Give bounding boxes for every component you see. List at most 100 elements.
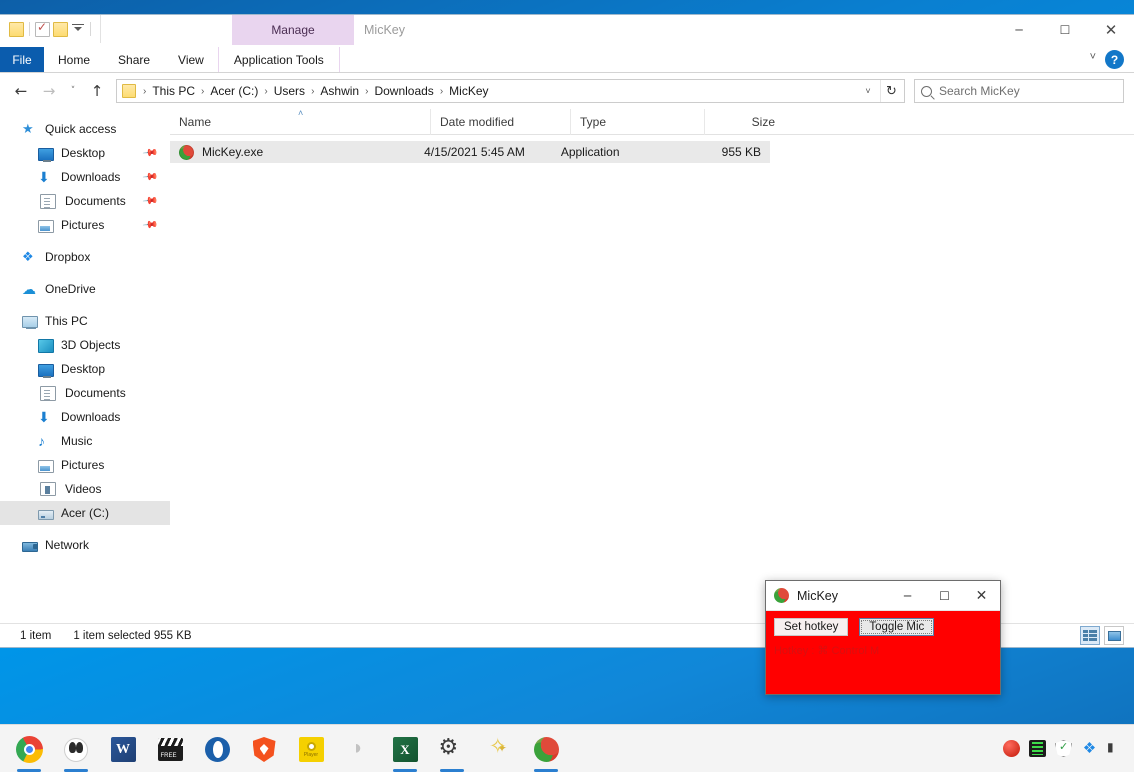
- column-header-date-modified[interactable]: Date modified: [430, 108, 570, 135]
- mickey-maximize-button[interactable]: ☐: [926, 581, 963, 611]
- tab-view[interactable]: View: [164, 47, 218, 72]
- file-explorer-window: Manage MicKey ─ ☐ ✕ File Home Share View…: [0, 14, 1134, 648]
- downloads-icon: ⬇: [38, 409, 50, 425]
- taskbar-item-sparkle-app[interactable]: [480, 727, 518, 772]
- sidebar-item-downloads[interactable]: ⬇ Downloads 📌: [0, 165, 170, 189]
- hotkey-status-text: Hotkey : ⌘ Control M: [774, 645, 880, 657]
- taskbar-item-player[interactable]: Player: [292, 727, 330, 772]
- help-icon[interactable]: ?: [1105, 50, 1124, 69]
- pictures-icon: [38, 459, 54, 473]
- breadcrumb-item-downloads[interactable]: Downloads: [370, 82, 437, 100]
- taskbar-item-movie-maker[interactable]: [151, 727, 189, 772]
- address-dropdown-icon[interactable]: ˅: [858, 80, 878, 102]
- recording-indicator-icon[interactable]: [1003, 740, 1020, 757]
- sidebar-item-music[interactable]: ♪ Music: [0, 429, 170, 453]
- breadcrumb-item-ashwin[interactable]: Ashwin: [316, 82, 363, 100]
- tab-share[interactable]: Share: [104, 47, 164, 72]
- sidebar-item-desktop[interactable]: Desktop 📌: [0, 141, 170, 165]
- search-box[interactable]: Search MicKey: [914, 79, 1124, 103]
- word-icon: W: [110, 737, 136, 762]
- taskbar-item-settings[interactable]: ⚙: [433, 727, 471, 772]
- monitor-icon[interactable]: [1029, 740, 1046, 757]
- breadcrumb-item-mickey[interactable]: MicKey: [445, 82, 492, 100]
- sidebar-item-pc-pictures[interactable]: Pictures: [0, 453, 170, 477]
- pin-icon: 📌: [141, 145, 159, 162]
- customize-dropdown-icon[interactable]: [71, 22, 85, 37]
- chevron-down-icon[interactable]: ˅: [1090, 51, 1096, 63]
- 3d-objects-icon: [38, 338, 54, 353]
- taskbar-item-excel[interactable]: X: [386, 727, 424, 772]
- address-bar[interactable]: › This PC › Acer (C:) › Users › Ashwin ›…: [116, 79, 905, 103]
- status-item-count: 1 item: [20, 629, 52, 642]
- sidebar-item-dropbox[interactable]: ❖ Dropbox: [0, 245, 170, 269]
- close-button[interactable]: ✕: [1088, 15, 1134, 45]
- forward-button[interactable]: →: [36, 78, 62, 104]
- back-button[interactable]: ←: [8, 78, 34, 104]
- sidebar-item-3d-objects[interactable]: 3D Objects: [0, 333, 170, 357]
- sidebar-item-pictures[interactable]: Pictures 📌: [0, 213, 170, 237]
- taskbar-item-vlc[interactable]: [57, 727, 95, 772]
- sidebar-item-label: Videos: [65, 482, 102, 496]
- column-label: Name: [179, 114, 212, 129]
- column-header-size[interactable]: Size: [704, 108, 784, 135]
- sidebar-item-videos[interactable]: Videos: [0, 477, 170, 501]
- breadcrumb-item-this-pc[interactable]: This PC: [148, 82, 199, 100]
- taskbar-item-audio-tool[interactable]: [339, 727, 377, 772]
- minimize-button[interactable]: ─: [996, 15, 1042, 45]
- sidebar-item-label: Documents: [65, 194, 126, 208]
- pictures-icon: [38, 219, 54, 233]
- maximize-button[interactable]: ☐: [1042, 15, 1088, 45]
- star-pin-icon: ★: [22, 121, 34, 136]
- vlc-icon: [64, 737, 88, 762]
- taskbar-item-word[interactable]: W: [104, 727, 142, 772]
- ribbon-tab-bar: File Home Share View Application Tools ˅…: [0, 47, 1134, 73]
- recent-locations-icon[interactable]: ˅: [64, 78, 82, 104]
- column-header-type[interactable]: Type: [570, 108, 704, 135]
- tab-home[interactable]: Home: [44, 47, 104, 72]
- mickey-close-button[interactable]: ✕: [963, 581, 1000, 611]
- column-header-name[interactable]: Name ˄: [170, 108, 430, 135]
- taskbar-item-mickey[interactable]: [527, 727, 565, 772]
- breadcrumb-item-acer-c[interactable]: Acer (C:): [206, 82, 262, 100]
- sidebar-item-label: Downloads: [61, 410, 121, 424]
- taskbar-item-brave[interactable]: [245, 727, 283, 772]
- sidebar-item-pc-documents[interactable]: Documents: [0, 381, 170, 405]
- sidebar-item-this-pc[interactable]: This PC: [0, 309, 170, 333]
- tab-application-tools[interactable]: Application Tools: [217, 47, 340, 72]
- tab-file[interactable]: File: [0, 47, 44, 72]
- sidebar-item-quick-access[interactable]: ★ Quick access: [0, 117, 170, 141]
- mickey-app-icon: [179, 144, 194, 160]
- file-size-cell: 955 KB: [721, 145, 762, 159]
- up-button[interactable]: ↑: [84, 78, 110, 104]
- large-icons-view-icon[interactable]: [1104, 626, 1124, 645]
- table-row[interactable]: MicKey.exe 4/15/2021 5:45 AM Application…: [170, 141, 770, 163]
- taskbar-item-chrome[interactable]: [10, 727, 48, 772]
- sidebar-item-pc-desktop[interactable]: Desktop: [0, 357, 170, 381]
- search-input[interactable]: Search MicKey: [939, 84, 1020, 98]
- taskbar-item-opera[interactable]: [198, 727, 236, 772]
- toggle-mic-button[interactable]: Toggle Mic: [859, 618, 935, 636]
- dropbox-tray-icon[interactable]: ❖: [1081, 740, 1098, 757]
- sidebar-item-onedrive[interactable]: ☁ OneDrive: [0, 277, 170, 301]
- taskbar-items: W Player X ⚙: [0, 725, 565, 772]
- new-folder-icon[interactable]: [9, 21, 24, 37]
- sidebar-item-documents[interactable]: Documents 📌: [0, 189, 170, 213]
- qat-divider: [29, 22, 30, 36]
- column-label: Size: [751, 114, 775, 129]
- breadcrumb-item-users[interactable]: Users: [270, 82, 309, 100]
- properties-icon[interactable]: [35, 20, 50, 37]
- mickey-minimize-button[interactable]: ─: [889, 581, 926, 611]
- contextual-tab-manage[interactable]: Manage: [232, 15, 354, 45]
- folder-icon[interactable]: [53, 21, 68, 37]
- set-hotkey-button[interactable]: Set hotkey: [774, 618, 849, 636]
- sidebar-item-network[interactable]: Network: [0, 533, 170, 557]
- refresh-icon[interactable]: ↻: [880, 80, 902, 102]
- navigation-pane: ★ Quick access Desktop 📌 ⬇ Downloads 📌 D…: [0, 109, 170, 623]
- show-hidden-icons[interactable]: ▮: [1107, 740, 1124, 757]
- details-view-icon[interactable]: [1080, 626, 1100, 645]
- sidebar-item-pc-downloads[interactable]: ⬇ Downloads: [0, 405, 170, 429]
- sidebar-item-acer-c[interactable]: Acer (C:): [0, 501, 170, 525]
- security-shield-icon[interactable]: [1055, 740, 1072, 757]
- drive-icon: [38, 510, 54, 520]
